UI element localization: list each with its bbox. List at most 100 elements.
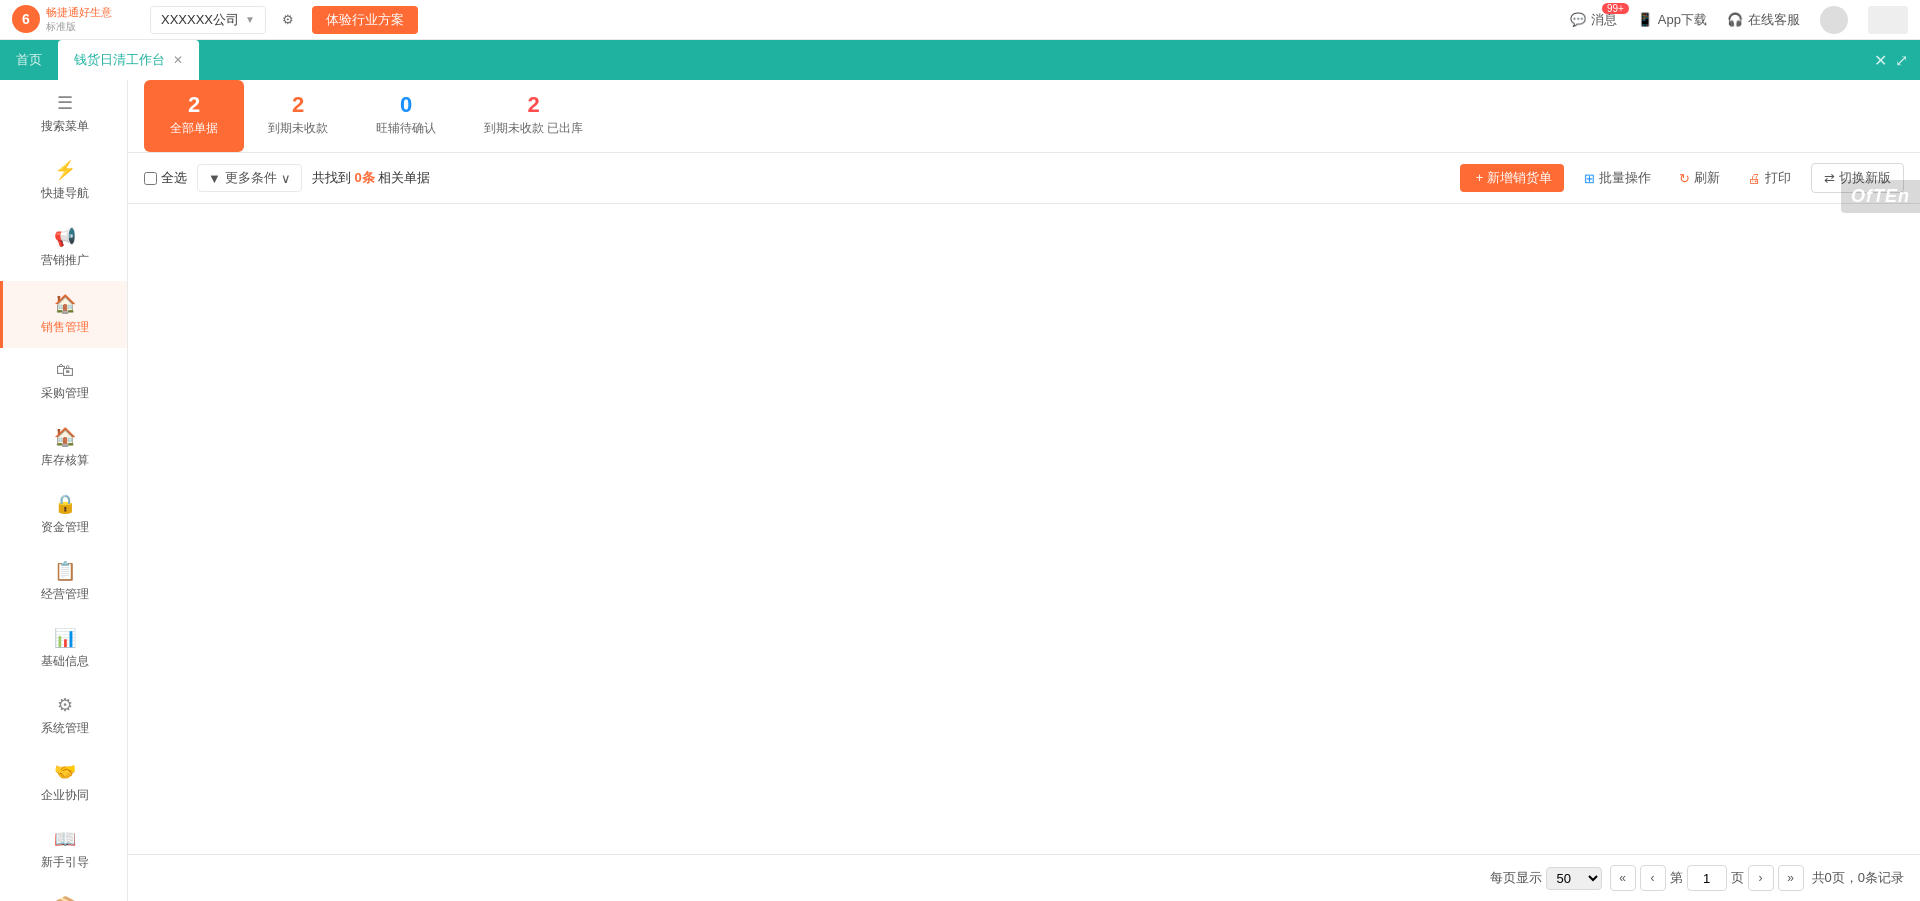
filter-chevron-icon: ∨	[281, 171, 291, 186]
sidebar-label-sales: 销售管理	[41, 319, 89, 336]
often-watermark: OfTEn	[1841, 180, 1920, 213]
refresh-label: 刷新	[1694, 169, 1720, 187]
sidebar-item-app-center[interactable]: 📦 应用中心	[0, 883, 127, 901]
stat-tab-pending[interactable]: 0 旺辅待确认	[352, 80, 460, 152]
watermark-text: OfTEn	[1851, 186, 1910, 206]
first-page-icon: «	[1619, 871, 1626, 885]
checkbox-input[interactable]	[144, 172, 157, 185]
sidebar-label-guide: 新手引导	[41, 854, 89, 871]
app-center-icon: 📦	[54, 895, 76, 901]
sidebar-label-search-menu: 搜索菜单	[41, 118, 89, 135]
filter-label: 更多条件	[225, 169, 277, 187]
total-records-label: 共0页，0条记录	[1812, 869, 1904, 887]
tab-home-label: 首页	[16, 51, 42, 69]
main-layout: ☰ 搜索菜单 ⚡ 快捷导航 📢 营销推广 🏠 销售管理 🛍 采购管理 🏠 库存核…	[0, 80, 1920, 901]
sidebar-item-sales[interactable]: 🏠 销售管理	[0, 281, 127, 348]
quick-nav-icon: ⚡	[54, 159, 76, 181]
finance-icon: 🔒	[54, 493, 76, 515]
sidebar-item-cooperation[interactable]: 🤝 企业协同	[0, 749, 127, 816]
add-sales-order-button[interactable]: + 新增销货单	[1460, 164, 1564, 192]
expand-window-icon[interactable]: ⤢	[1895, 51, 1908, 70]
stat-label-overdue-stock: 到期未收款 已出库	[484, 120, 583, 137]
sidebar-label-basic-info: 基础信息	[41, 653, 89, 670]
stat-label-pending: 旺辅待确认	[376, 120, 436, 137]
batch-icon: ⊞	[1584, 171, 1595, 186]
sidebar-item-purchase[interactable]: 🛍 采购管理	[0, 348, 127, 414]
sidebar: ☰ 搜索菜单 ⚡ 快捷导航 📢 营销推广 🏠 销售管理 🛍 采购管理 🏠 库存核…	[0, 80, 128, 901]
user-panel[interactable]	[1868, 6, 1908, 34]
sidebar-label-quick-nav: 快捷导航	[41, 185, 89, 202]
page-label: 第	[1670, 869, 1683, 887]
sidebar-label-purchase: 采购管理	[41, 385, 89, 402]
sidebar-item-operation[interactable]: 📋 经营管理	[0, 548, 127, 615]
sidebar-item-marketing[interactable]: 📢 营销推广	[0, 214, 127, 281]
messages-button[interactable]: 💬 消息 99+	[1570, 11, 1617, 29]
gear-icon: ⚙	[282, 12, 294, 27]
stat-num-overdue: 2	[292, 92, 304, 118]
company-name: XXXXXX公司	[161, 11, 239, 29]
stat-tab-overdue[interactable]: 2 到期未收款	[244, 80, 352, 152]
cooperation-icon: 🤝	[54, 761, 76, 783]
stat-tab-all[interactable]: 2 全部单据	[144, 80, 244, 152]
per-page-select[interactable]: 50 100	[1546, 867, 1602, 890]
marketing-icon: 📢	[54, 226, 76, 248]
logo-icon: 6	[12, 5, 40, 33]
close-window-icon[interactable]: ✕	[1874, 51, 1887, 70]
message-badge: 99+	[1602, 3, 1629, 14]
prev-page-button[interactable]: ‹	[1640, 865, 1666, 891]
page-number-input[interactable]	[1687, 865, 1727, 891]
tab-work-station-label: 钱货日清工作台	[74, 51, 165, 69]
tab-work-station[interactable]: 钱货日清工作台 ✕	[58, 40, 199, 80]
page-navigation: « ‹ 第 页 › »	[1610, 865, 1804, 891]
select-all-label: 全选	[161, 169, 187, 187]
first-page-button[interactable]: «	[1610, 865, 1636, 891]
trial-button[interactable]: 体验行业方案	[312, 6, 418, 34]
tab-bar-actions: ✕ ⤢	[1874, 51, 1920, 70]
prev-page-icon: ‹	[1651, 871, 1655, 885]
stat-tab-overdue-stock[interactable]: 2 到期未收款 已出库	[460, 80, 607, 152]
stat-num-overdue-stock: 2	[528, 92, 540, 118]
top-header: 6 畅捷通好生意 标准版 XXXXXX公司 ▼ ⚙ 体验行业方案 💬 消息 99…	[0, 0, 1920, 40]
avatar[interactable]	[1820, 6, 1848, 34]
sidebar-item-search-menu[interactable]: ☰ 搜索菜单	[0, 80, 127, 147]
settings-button[interactable]: ⚙	[274, 6, 302, 34]
per-page-label: 每页显示	[1490, 869, 1542, 887]
tab-home[interactable]: 首页	[0, 40, 58, 80]
batch-operation-button[interactable]: ⊞ 批量操作	[1576, 165, 1659, 191]
sidebar-label-cooperation: 企业协同	[41, 787, 89, 804]
app-download-label: App下载	[1658, 11, 1707, 29]
switch-icon: ⇄	[1824, 171, 1835, 186]
sidebar-label-finance: 资金管理	[41, 519, 89, 536]
page-size-selector: 每页显示 50 100	[1490, 867, 1602, 890]
last-page-button[interactable]: »	[1778, 865, 1804, 891]
search-menu-icon: ☰	[57, 92, 73, 114]
filter-button[interactable]: ▼ 更多条件 ∨	[197, 164, 302, 192]
print-label: 打印	[1765, 169, 1791, 187]
sidebar-item-quick-nav[interactable]: ⚡ 快捷导航	[0, 147, 127, 214]
page-suffix: 页	[1731, 869, 1744, 887]
phone-icon: 📱	[1637, 12, 1653, 27]
sidebar-item-guide[interactable]: 📖 新手引导	[0, 816, 127, 883]
tab-close-icon[interactable]: ✕	[173, 53, 183, 67]
chevron-down-icon: ▼	[245, 14, 255, 25]
app-download-button[interactable]: 📱 App下载	[1637, 11, 1707, 29]
logo-area: 6 畅捷通好生意 标准版	[12, 5, 140, 33]
refresh-button[interactable]: ↻ 刷新	[1671, 165, 1728, 191]
select-all-checkbox[interactable]: 全选	[144, 169, 187, 187]
stat-num-all: 2	[188, 92, 200, 118]
guide-icon: 📖	[54, 828, 76, 850]
company-selector[interactable]: XXXXXX公司 ▼	[150, 6, 266, 34]
sidebar-item-inventory[interactable]: 🏠 库存核算	[0, 414, 127, 481]
sidebar-item-basic-info[interactable]: 📊 基础信息	[0, 615, 127, 682]
print-icon: 🖨	[1748, 171, 1761, 186]
sidebar-label-system: 系统管理	[41, 720, 89, 737]
header-right: 💬 消息 99+ 📱 App下载 🎧 在线客服	[1570, 6, 1908, 34]
last-page-icon: »	[1787, 871, 1794, 885]
next-page-button[interactable]: ›	[1748, 865, 1774, 891]
sidebar-label-marketing: 营销推广	[41, 252, 89, 269]
logo-text: 畅捷通好生意	[46, 5, 112, 19]
sidebar-item-system[interactable]: ⚙ 系统管理	[0, 682, 127, 749]
sidebar-item-finance[interactable]: 🔒 资金管理	[0, 481, 127, 548]
print-button[interactable]: 🖨 打印	[1740, 165, 1799, 191]
online-service-button[interactable]: 🎧 在线客服	[1727, 11, 1800, 29]
